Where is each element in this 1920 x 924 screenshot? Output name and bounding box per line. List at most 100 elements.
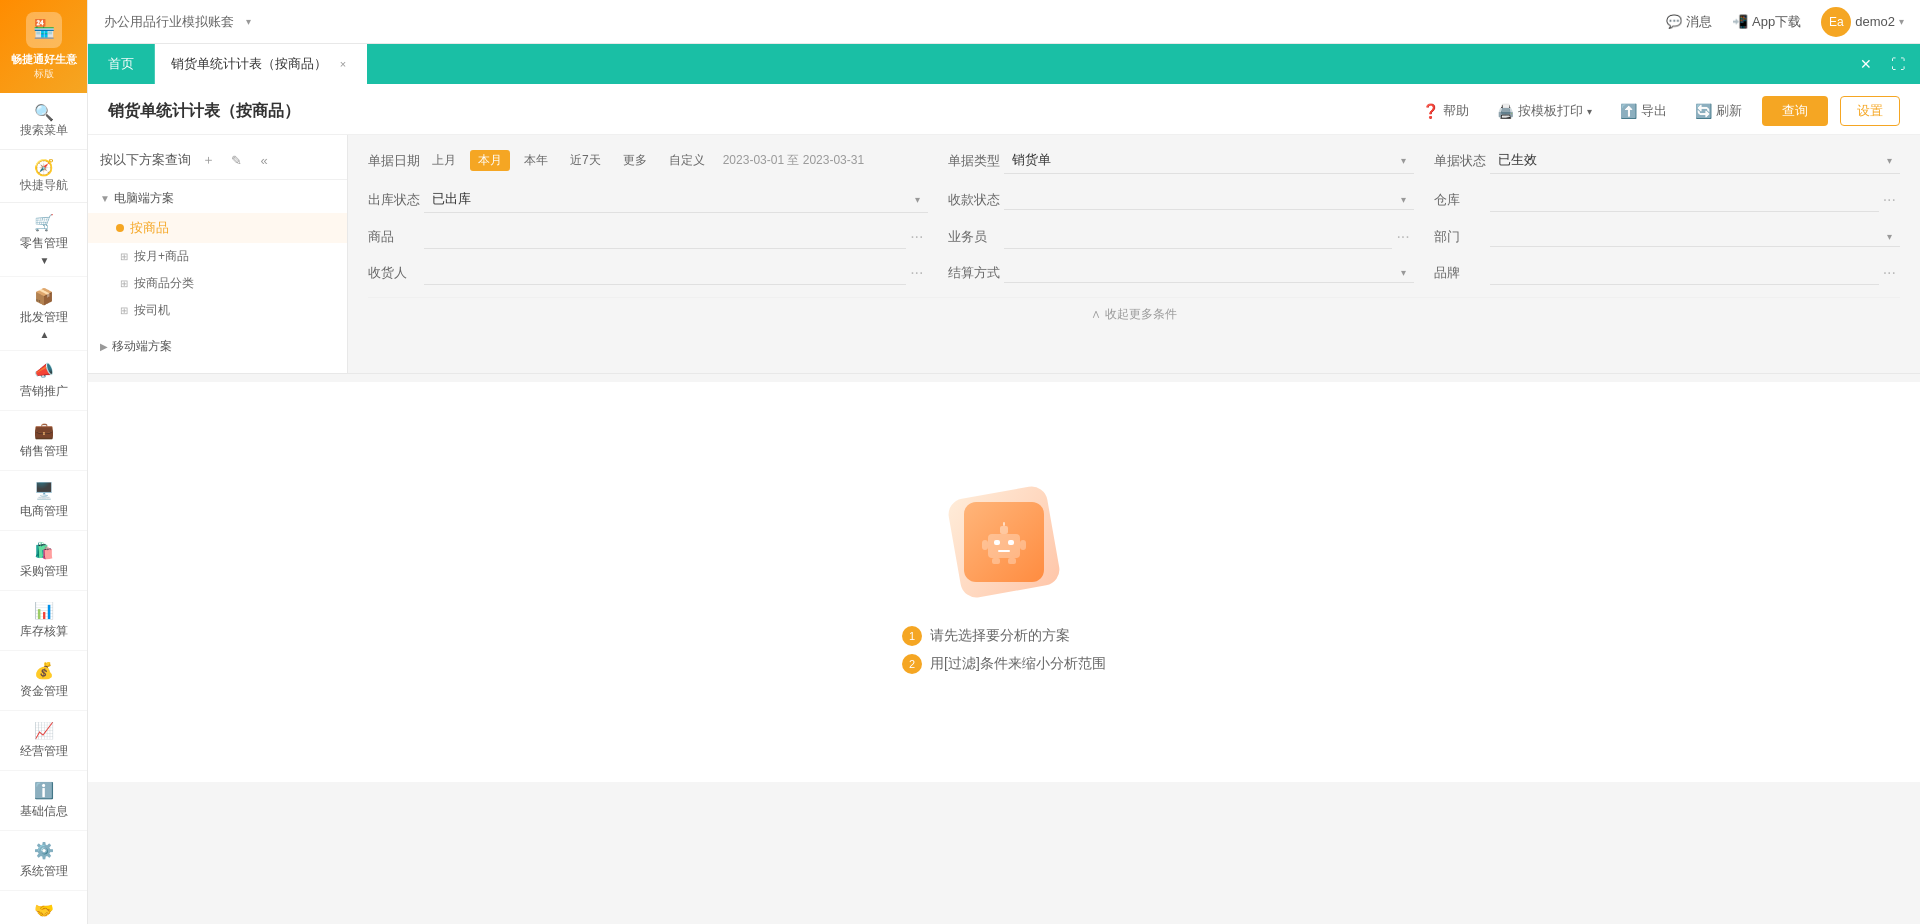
query-btn[interactable]: 查询 <box>1762 96 1828 126</box>
print-btn[interactable]: 🖨️ 按模板打印 ▾ <box>1489 98 1600 124</box>
filter-row-4: 收货人 ··· 结算方式 ▾ 品牌 ··· <box>368 261 1900 285</box>
sidebar-item-purchase[interactable]: 🛍️ 采购管理 <box>0 531 87 591</box>
refresh-btn[interactable]: 🔄 刷新 <box>1687 98 1750 124</box>
step1-circle: 1 <box>902 626 922 646</box>
message-icon: 💬 <box>1666 14 1682 29</box>
app-sub: 标版 <box>8 67 79 81</box>
date-btn-more[interactable]: 更多 <box>615 150 655 171</box>
scheme-group-mobile: ▶ 移动端方案 <box>88 328 347 365</box>
filter-receiver-field: 收货人 ··· <box>368 261 928 285</box>
date-btn-7days[interactable]: 近7天 <box>562 150 609 171</box>
settlement-dropdown-icon: ▾ <box>1401 267 1406 278</box>
breadcrumb-dropdown-icon[interactable]: ▾ <box>246 16 251 27</box>
receiver-input[interactable] <box>424 261 906 285</box>
tab-fullscreen-btn[interactable]: ⛶ <box>1884 50 1912 78</box>
sidebar-item-operations[interactable]: 📈 经营管理 <box>0 711 87 771</box>
retail-icon: 🛒 <box>34 213 54 232</box>
sidebar: 🏪 畅捷通好生意 标版 🔍 搜索菜单 🧭 快捷导航 🛒 零售管理 ▼ 📦 批发管… <box>0 0 88 924</box>
doctype-select[interactable]: 销货单 ▾ <box>1004 147 1414 174</box>
expand-arrow-down-icon: ▼ <box>100 193 110 204</box>
outstatus-label: 出库状态 <box>368 191 424 209</box>
scheme-item-by-goods[interactable]: 按商品 <box>88 213 347 243</box>
sidebar-item-ecommerce[interactable]: 🖥️ 电商管理 <box>0 471 87 531</box>
page-title: 销货单统计计表（按商品） <box>108 101 300 122</box>
doctype-dropdown-icon: ▾ <box>1401 155 1406 166</box>
help-btn[interactable]: ❓ 帮助 <box>1414 98 1477 124</box>
brand-input[interactable] <box>1490 261 1879 285</box>
goods-dots-btn[interactable]: ··· <box>906 228 927 246</box>
print-icon: 🖨️ <box>1497 103 1514 119</box>
scheme-group-desktop-title[interactable]: ▼ 电脑端方案 <box>88 184 347 213</box>
brand-label: 品牌 <box>1434 264 1490 282</box>
tabbar-actions: ✕ ⛶ <box>1844 50 1920 78</box>
sidebar-item-sales[interactable]: 💼 销售管理 <box>0 411 87 471</box>
outstatus-select[interactable]: 已出库 ▾ <box>424 186 928 213</box>
user-dropdown-icon: ▾ <box>1899 16 1904 27</box>
app-logo[interactable]: 🏪 畅捷通好生意 标版 <box>0 0 87 93</box>
sidebar-item-retail[interactable]: 🛒 零售管理 ▼ <box>0 203 87 277</box>
expand-arrow-right-icon: ▶ <box>100 341 108 352</box>
settlement-select[interactable]: ▾ <box>1004 263 1414 283</box>
outstatus-value: 已出库 <box>432 190 911 208</box>
sidebar-item-quicknav[interactable]: 🧭 快捷导航 <box>0 150 87 203</box>
main-area: 办公用品行业模拟账套 ▾ 💬 消息 📲 App下载 Ea demo2 ▾ 首 <box>88 0 1920 924</box>
add-scheme-btn[interactable]: ＋ <box>197 149 219 171</box>
chevron-up-icon: ▲ <box>40 329 50 340</box>
goods-input[interactable] <box>424 225 906 249</box>
docstatus-select[interactable]: 已生效 ▾ <box>1490 147 1900 174</box>
scheme-item-by-category[interactable]: ⊞ 按商品分类 <box>88 270 347 297</box>
sidebar-item-enterprise[interactable]: 🤝 企业协同 <box>0 891 87 924</box>
topbar-right: 💬 消息 📲 App下载 Ea demo2 ▾ <box>1666 7 1904 37</box>
user-menu[interactable]: Ea demo2 ▾ <box>1821 7 1904 37</box>
scheme-group-mobile-title[interactable]: ▶ 移动端方案 <box>88 332 347 361</box>
tab-minimize-btn[interactable]: ✕ <box>1852 50 1880 78</box>
warehouse-dots-btn[interactable]: ··· <box>1879 191 1900 209</box>
svg-rect-0 <box>988 534 1020 558</box>
sales-icon: 💼 <box>34 421 54 440</box>
date-btn-custom[interactable]: 自定义 <box>661 150 713 171</box>
filter-warehouse-field: 仓库 ··· <box>1434 188 1900 212</box>
grid-icon: ⊞ <box>120 251 128 262</box>
empty-step-1: 1 请先选择要分析的方案 <box>902 626 1106 646</box>
svg-rect-9 <box>1008 558 1016 564</box>
payment-select[interactable]: ▾ <box>1004 190 1414 210</box>
date-btn-last-month[interactable]: 上月 <box>424 150 464 171</box>
refresh-icon: 🔄 <box>1695 103 1712 119</box>
salesperson-input[interactable] <box>1004 225 1393 249</box>
export-btn[interactable]: ⬆️ 导出 <box>1612 98 1675 124</box>
settings-btn[interactable]: 设置 <box>1840 96 1900 126</box>
warehouse-input[interactable] <box>1490 188 1879 212</box>
filter-docstatus-field: 单据状态 已生效 ▾ <box>1434 147 1900 174</box>
department-select[interactable]: ▾ <box>1490 227 1900 247</box>
app-download-btn[interactable]: 📲 App下载 <box>1732 13 1801 31</box>
basic-icon: ℹ️ <box>34 781 54 800</box>
inventory-icon: 📊 <box>34 601 54 620</box>
scheme-item-by-driver[interactable]: ⊞ 按司机 <box>88 297 347 324</box>
tab-active[interactable]: 销货单统计计表（按商品） × <box>155 44 367 84</box>
edit-scheme-btn[interactable]: ✎ <box>225 149 247 171</box>
sidebar-item-search[interactable]: 🔍 搜索菜单 <box>0 93 87 150</box>
brand-dots-btn[interactable]: ··· <box>1879 264 1900 282</box>
sidebar-item-wholesale[interactable]: 📦 批发管理 ▲ <box>0 277 87 351</box>
salesperson-dots-btn[interactable]: ··· <box>1392 228 1413 246</box>
fullscreen-icon: ⛶ <box>1891 56 1905 72</box>
filter-settlement-field: 结算方式 ▾ <box>948 263 1414 283</box>
sidebar-item-basic[interactable]: ℹ️ 基础信息 <box>0 771 87 831</box>
sidebar-item-finance[interactable]: 💰 资金管理 <box>0 651 87 711</box>
sidebar-item-marketing[interactable]: 📣 营销推广 <box>0 351 87 411</box>
sidebar-item-inventory[interactable]: 📊 库存核算 <box>0 591 87 651</box>
collapse-scheme-btn[interactable]: « <box>253 149 275 171</box>
filter-row-2: 出库状态 已出库 ▾ 收款状态 ▾ 仓库 <box>368 186 1900 213</box>
receiver-dots-btn[interactable]: ··· <box>906 264 927 282</box>
scheme-item-by-month-goods[interactable]: ⊞ 按月+商品 <box>88 243 347 270</box>
tab-home[interactable]: 首页 <box>88 44 155 84</box>
tab-close-btn[interactable]: × <box>335 56 351 72</box>
date-btn-this-year[interactable]: 本年 <box>516 150 556 171</box>
collapse-bar[interactable]: ∧ 收起更多条件 <box>368 297 1900 331</box>
date-btn-this-month[interactable]: 本月 <box>470 150 510 171</box>
page-header: 销货单统计计表（按商品） ❓ 帮助 🖨️ 按模板打印 ▾ ⬆️ 导出 🔄 刷 <box>88 84 1920 135</box>
sidebar-item-system[interactable]: ⚙️ 系统管理 <box>0 831 87 891</box>
messages-btn[interactable]: 💬 消息 <box>1666 13 1712 31</box>
filter-brand-field: 品牌 ··· <box>1434 261 1900 285</box>
filter-doctype-field: 单据类型 销货单 ▾ <box>948 147 1414 174</box>
